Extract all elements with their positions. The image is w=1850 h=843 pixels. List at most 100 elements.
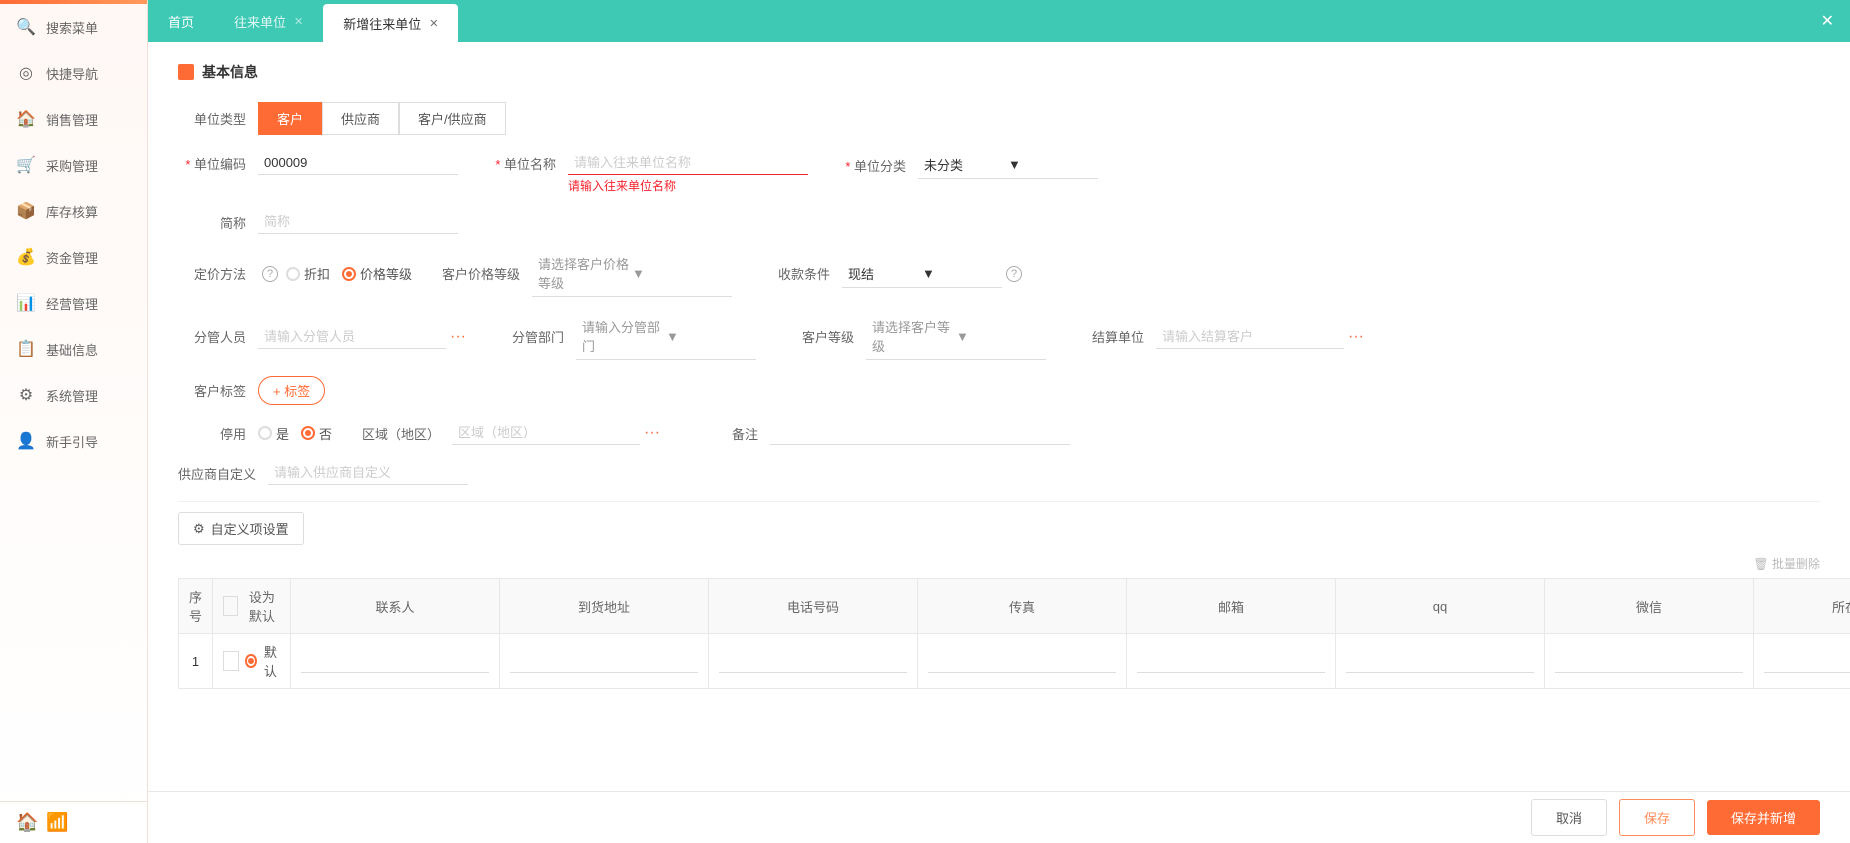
customer-level-select[interactable]: 请选择客户等级 ▼ — [866, 313, 1046, 360]
pricing-method-field: 定价方法 ? 折扣 价格等级 — [178, 264, 412, 283]
radio-no-circle — [301, 426, 315, 440]
tab-new-partner[interactable]: 新增往来单位 ✕ — [323, 4, 458, 42]
cell-email[interactable] — [1127, 634, 1336, 689]
region-ellipsis[interactable]: ··· — [644, 424, 660, 442]
unit-code-input[interactable] — [258, 151, 458, 175]
cancel-button[interactable]: 取消 — [1531, 799, 1607, 836]
sidebar-item-purchase[interactable]: 🛒 采购管理 — [0, 142, 147, 188]
payment-hint-icon[interactable]: ? — [1006, 266, 1022, 282]
btn-both[interactable]: 客户/供应商 — [399, 102, 506, 135]
radio-yes[interactable]: 是 — [258, 424, 289, 443]
radio-no[interactable]: 否 — [301, 424, 332, 443]
customer-price-field: 客户价格等级 请选择客户价格等级 ▼ — [442, 250, 732, 297]
settlement-unit-label: 结算单位 — [1076, 327, 1156, 346]
page-content: 基本信息 单位类型 客户 供应商 客户/供应商 单位编码 单位名称 — [148, 42, 1850, 791]
finance-icon: 💰 — [16, 247, 36, 267]
customer-level-field: 客户等级 请选择客户等级 ▼ — [786, 313, 1046, 360]
batch-delete-area: 🗑 批量删除 — [178, 555, 1820, 572]
disabled-field: 停用 是 否 — [178, 424, 332, 443]
unit-category-select[interactable]: 未分类 ▼ — [918, 151, 1098, 179]
col-email: 邮箱 — [1127, 579, 1336, 634]
col-region: 所在地区 — [1754, 579, 1850, 634]
sidebar-item-quicknav[interactable]: ◎ 快捷导航 — [0, 50, 147, 96]
remark-input[interactable] — [770, 421, 1070, 445]
add-tag-button[interactable]: + 标签 — [258, 376, 325, 405]
sidebar-item-search[interactable]: 🔍 搜索菜单 — [0, 4, 147, 50]
manager-label: 分管人员 — [178, 327, 258, 346]
unit-name-label: 单位名称 — [488, 154, 568, 173]
cell-qq[interactable] — [1336, 634, 1545, 689]
region-label: 区域（地区） — [362, 424, 452, 443]
operations-icon: 📊 — [16, 293, 36, 313]
sidebar-item-operations[interactable]: 📊 经营管理 — [0, 280, 147, 326]
settlement-unit-field: 结算单位 ··· — [1076, 325, 1364, 349]
sidebar-item-basic[interactable]: 📋 基础信息 — [0, 326, 147, 372]
sidebar: 🔍 搜索菜单 ◎ 快捷导航 🏠 销售管理 🛒 采购管理 📦 库存核算 💰 资金管… — [0, 0, 148, 843]
payment-terms-select[interactable]: 现结 ▼ — [842, 260, 1002, 288]
section-header: 基本信息 — [178, 62, 1820, 82]
department-select[interactable]: 请输入分管部门 ▼ — [576, 313, 756, 360]
col-qq: qq — [1336, 579, 1545, 634]
customer-level-chevron: ▼ — [956, 329, 1040, 344]
tab-new-partner-close[interactable]: ✕ — [429, 17, 438, 30]
supplier-custom-input[interactable] — [268, 461, 468, 485]
cell-wechat[interactable] — [1545, 634, 1754, 689]
default-radio[interactable]: 默认 — [245, 642, 280, 680]
window-close-icon[interactable]: ✕ — [1821, 11, 1834, 31]
form-row-manager: 分管人员 ··· 分管部门 请输入分管部门 ▼ 客户等级 请选择客户等级 ▼ 结… — [178, 313, 1820, 360]
sidebar-item-inventory[interactable]: 📦 库存核算 — [0, 188, 147, 234]
save-new-button[interactable]: 保存并新增 — [1707, 800, 1820, 835]
supplier-custom-field: 供应商自定义 — [178, 461, 468, 485]
region-input[interactable] — [452, 421, 640, 445]
settlement-ellipsis[interactable]: ··· — [1348, 328, 1364, 346]
radio-discount[interactable]: 折扣 — [286, 264, 330, 283]
customer-tag-label: 客户标签 — [178, 381, 258, 400]
unit-type-label: 单位类型 — [178, 109, 258, 128]
customer-price-select[interactable]: 请选择客户价格等级 ▼ — [532, 250, 732, 297]
settings-gear-icon: ⚙ — [193, 521, 205, 537]
sales-icon: 🏠 — [16, 109, 36, 129]
settlement-unit-input[interactable] — [1156, 325, 1344, 349]
short-name-input[interactable] — [258, 210, 458, 234]
col-fax: 传真 — [918, 579, 1127, 634]
cell-address[interactable] — [500, 634, 709, 689]
form-row-tags: 客户标签 + 标签 — [178, 376, 1820, 405]
row-checkbox[interactable] — [223, 651, 239, 671]
tab-partners[interactable]: 往来单位 ✕ — [214, 0, 323, 42]
pricing-method-label: 定价方法 — [178, 264, 258, 283]
remark-field: 备注 — [690, 421, 1070, 445]
form-row-shortname: 简称 — [178, 210, 1820, 234]
pricing-hint-icon[interactable]: ? — [262, 266, 278, 282]
sidebar-item-guide[interactable]: 👤 新手引导 — [0, 418, 147, 464]
radio-price-level[interactable]: 价格等级 — [342, 264, 412, 283]
sidebar-item-sales[interactable]: 🏠 销售管理 — [0, 96, 147, 142]
signal-icon[interactable]: 📶 — [46, 812, 68, 833]
sidebar-item-system[interactable]: ⚙ 系统管理 — [0, 372, 147, 418]
unit-type-field: 单位类型 客户 供应商 客户/供应商 — [178, 102, 506, 135]
home-bottom-icon[interactable]: 🏠 — [16, 812, 38, 833]
divider-1 — [178, 501, 1820, 502]
select-all-checkbox[interactable] — [223, 596, 238, 616]
tab-home[interactable]: 首页 — [148, 0, 214, 42]
sidebar-item-finance[interactable]: 💰 资金管理 — [0, 234, 147, 280]
radio-price-level-circle — [342, 267, 356, 281]
save-button[interactable]: 保存 — [1619, 799, 1695, 836]
cell-region[interactable] — [1754, 634, 1850, 689]
btn-customer[interactable]: 客户 — [258, 102, 322, 135]
custom-settings-button[interactable]: ⚙ 自定义项设置 — [178, 512, 304, 545]
radio-yes-circle — [258, 426, 272, 440]
purchase-icon: 🛒 — [16, 155, 36, 175]
manager-input[interactable] — [258, 325, 446, 349]
cell-fax[interactable] — [918, 634, 1127, 689]
unit-name-input[interactable] — [568, 151, 808, 175]
cell-contact[interactable] — [291, 634, 500, 689]
cell-phone[interactable] — [709, 634, 918, 689]
remark-label: 备注 — [690, 424, 770, 443]
manager-ellipsis[interactable]: ··· — [450, 328, 466, 346]
department-chevron: ▼ — [666, 329, 750, 344]
customer-price-label: 客户价格等级 — [442, 264, 532, 283]
btn-supplier[interactable]: 供应商 — [322, 102, 399, 135]
radio-discount-circle — [286, 267, 300, 281]
section-icon — [178, 64, 194, 80]
tab-partners-close[interactable]: ✕ — [294, 15, 303, 28]
